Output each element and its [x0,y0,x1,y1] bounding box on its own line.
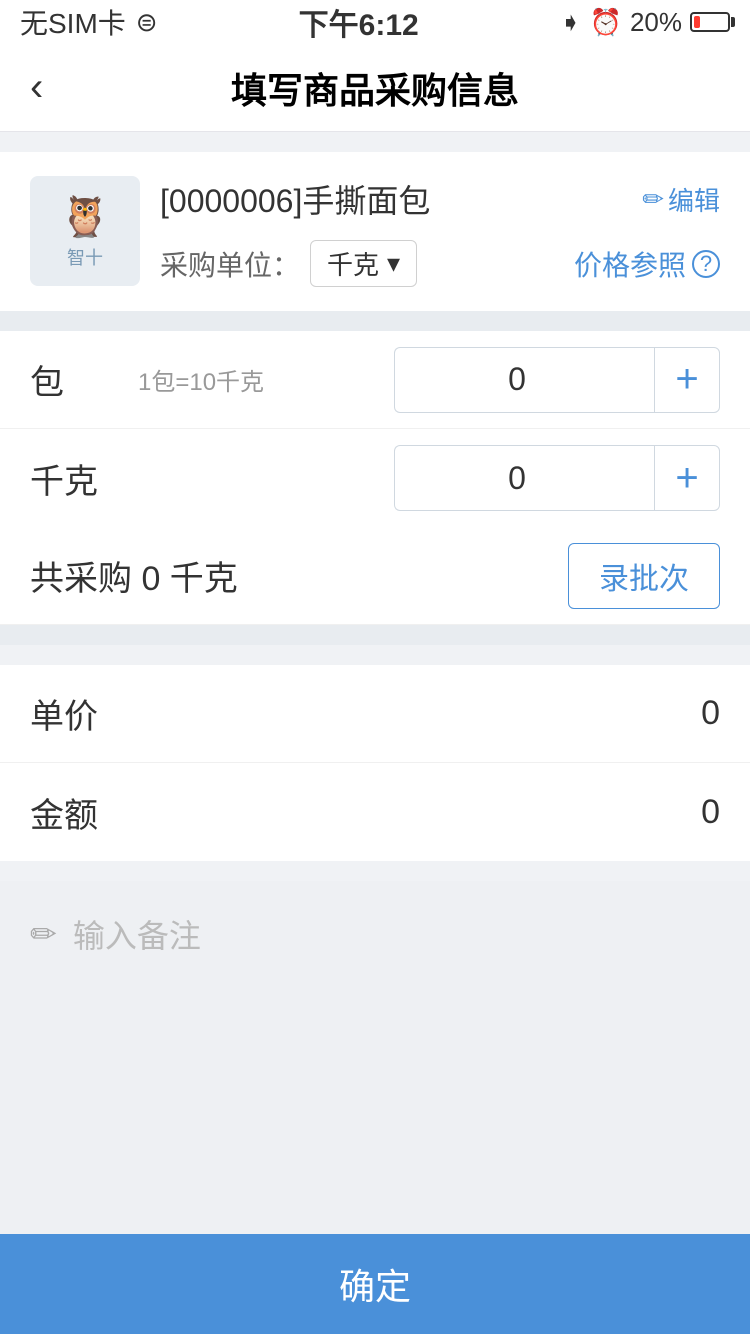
bag-input-wrap: + [394,347,720,413]
product-info: [0000006]手撕面包 ✏ 编辑 采购单位： 千克 ▾ 价格参照 ? [160,176,720,287]
input-section: 包 1包=10千克 + 千克 + [0,331,750,527]
alarm-icon: ⏰ [590,7,622,38]
purchase-unit-row: 采购单位： 千克 ▾ 价格参照 ? [160,240,720,287]
nav-bar: ‹ 填写商品采购信息 [0,44,750,132]
edit-button[interactable]: ✏ 编辑 [642,181,720,218]
edit-icon: ✏ [642,184,664,215]
kg-input-row: 千克 + [0,429,750,527]
unit-select[interactable]: 千克 ▾ [310,240,417,287]
product-name-row: [0000006]手撕面包 ✏ 编辑 [160,176,720,222]
amount-value: 0 [701,793,720,832]
summary-text: 共采购 0 千克 [30,551,238,600]
chevron-down-icon: ▾ [387,248,400,279]
record-batch-button[interactable]: 录批次 [568,543,720,609]
price-ref-button[interactable]: 价格参照 ? [574,244,720,284]
unit-value: 千克 [327,245,379,282]
kg-input-wrap: + [394,445,720,511]
status-bar: 无SIM卡 ⊜ 下午6:12 ➧ ⏰ 20% [0,0,750,44]
divider-1 [0,311,750,331]
bag-plus-button[interactable]: + [654,347,720,413]
time-label: 下午6:12 [299,0,419,44]
unit-price-row: 单价 0 [0,665,750,763]
product-name: [0000006]手撕面包 [160,176,430,222]
unit-price-label: 单价 [30,689,98,738]
pencil-icon: ✏ [30,915,57,953]
location-icon: ➧ [560,7,582,38]
product-thumb-text: 智十 [67,244,103,270]
bag-sublabel: 1包=10千克 [138,362,394,397]
confirm-button[interactable]: 确定 [0,1234,750,1334]
info-icon: ? [692,250,720,278]
kg-plus-button[interactable]: + [654,445,720,511]
divider-2 [0,625,750,645]
product-card: 🦉 智十 [0000006]手撕面包 ✏ 编辑 采购单位： 千克 ▾ 价格参照 … [0,152,750,311]
bag-input-row: 包 1包=10千克 + [0,331,750,429]
remark-placeholder: 输入备注 [73,911,201,957]
page-title: 填写商品采购信息 [231,62,519,114]
battery-percent: 20% [630,7,682,38]
bag-label: 包 [30,355,130,404]
kg-label: 千克 [30,454,130,503]
battery-icon [690,12,730,32]
product-thumb-icon: 🦉 [60,193,110,240]
price-ref-label: 价格参照 [574,244,686,284]
unit-price-value: 0 [701,694,720,733]
status-left: 无SIM卡 ⊜ [20,2,158,42]
back-button[interactable]: ‹ [30,65,43,110]
carrier-label: 无SIM卡 [20,2,126,42]
amount-row: 金额 0 [0,763,750,861]
summary-row: 共采购 0 千克 录批次 [0,527,750,625]
wifi-icon: ⊜ [136,7,158,38]
remark-section[interactable]: ✏ 输入备注 [0,881,750,1241]
price-section: 单价 0 金额 0 [0,665,750,861]
kg-input[interactable] [394,445,654,511]
amount-label: 金额 [30,788,98,837]
purchase-unit-label: 采购单位： [160,244,300,284]
product-thumbnail: 🦉 智十 [30,176,140,286]
battery-fill [694,16,700,28]
status-right: ➧ ⏰ 20% [560,7,730,38]
bag-input[interactable] [394,347,654,413]
